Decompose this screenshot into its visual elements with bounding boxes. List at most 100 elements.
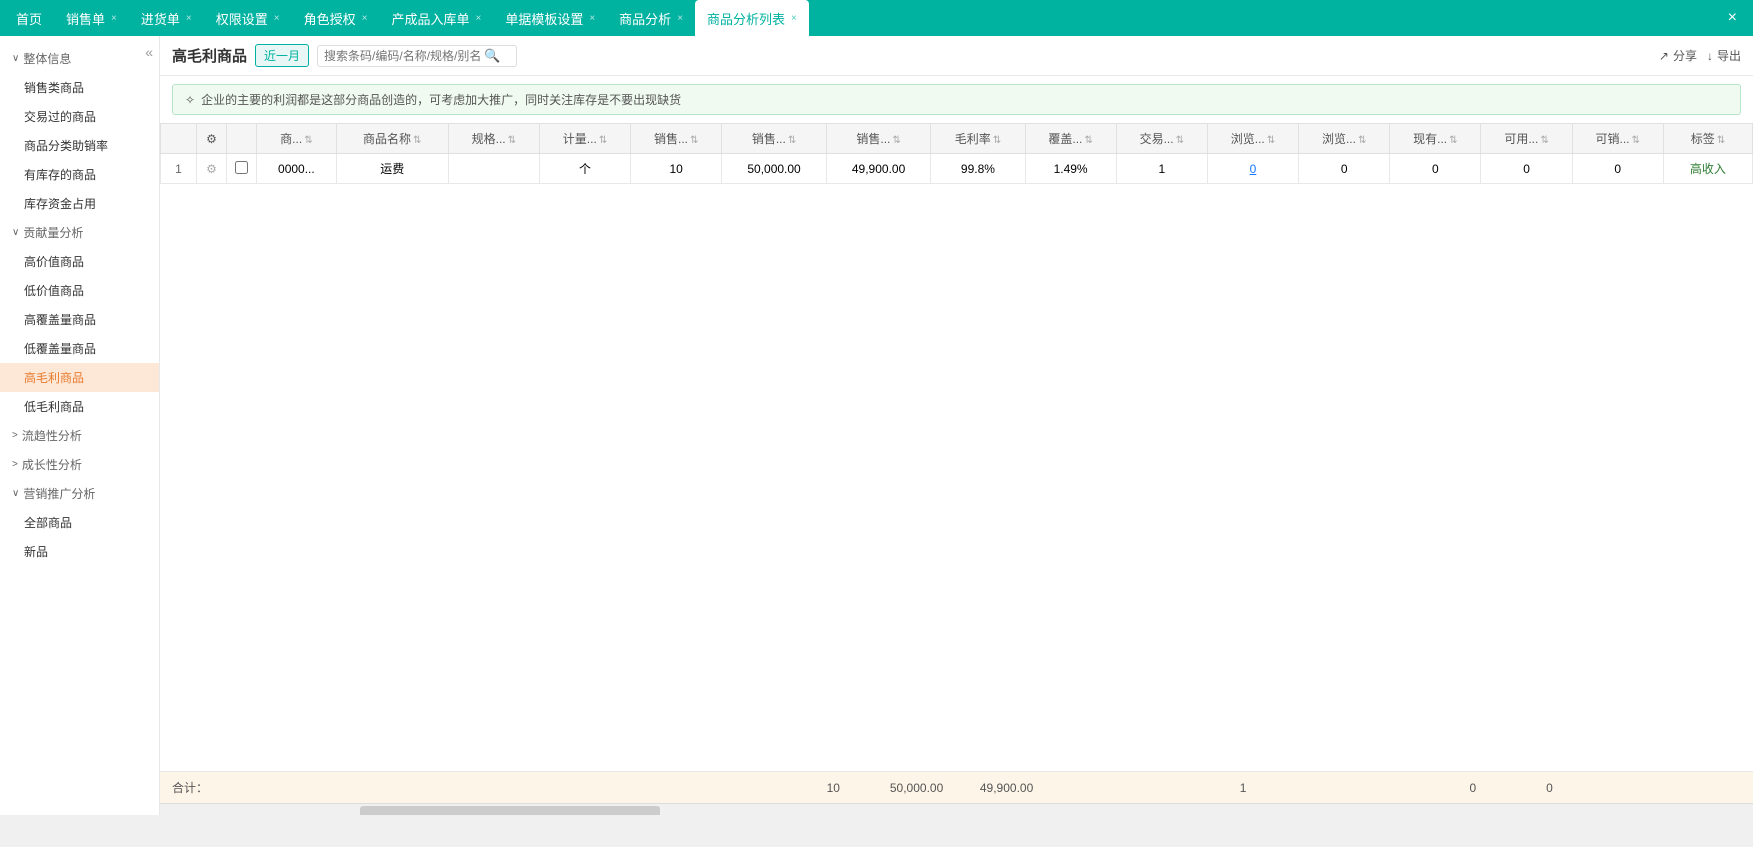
footer-cell-2 [485, 781, 562, 795]
cell-views1[interactable]: 0 [1207, 154, 1298, 184]
scrollbar-thumb[interactable] [360, 806, 660, 815]
footer-cell-12 [1281, 781, 1358, 795]
table-row: 1⚙0000...运费个1050,000.0049,900.0099.8%1.4… [161, 154, 1753, 184]
nav-item-销售单[interactable]: 销售单× [54, 0, 129, 36]
cell-name: 运费 [336, 154, 448, 184]
top-navigation: 首页销售单×进货单×权限设置×角色授权×产成品入库单×单据模板设置×商品分析×商… [0, 0, 1753, 36]
cell-num: 1 [161, 154, 197, 184]
nav-close-icon[interactable]: × [475, 13, 481, 24]
export-label: 导出 [1717, 47, 1741, 64]
col-header-tag[interactable]: 标签⇅ [1663, 124, 1752, 154]
sidebar-section-整体信息[interactable]: ∨整体信息 [0, 44, 159, 73]
sort-icon: ⇅ [788, 135, 796, 146]
cell-sales_profit: 49,900.00 [826, 154, 931, 184]
content-header: 高毛利商品 近一月 🔍 ↗ 分享 ↓ 导出 [160, 36, 1753, 76]
search-input[interactable] [324, 49, 484, 63]
col-header-sales_profit[interactable]: 销售...⇅ [826, 124, 931, 154]
export-button[interactable]: ↓ 导出 [1707, 47, 1741, 64]
footer-total-bar: 合计： 1050,000.0049,900.00100 [160, 771, 1753, 803]
sidebar-item-交易过的商品[interactable]: 交易过的商品 [0, 102, 159, 131]
nav-item-角色授权[interactable]: 角色授权× [292, 0, 380, 36]
sidebar-item-销售类商品[interactable]: 销售类商品 [0, 73, 159, 102]
footer-cell-6: 10 [795, 781, 872, 795]
info-icon: ✧ [185, 93, 195, 107]
col-header-spec[interactable]: 规格...⇅ [448, 124, 539, 154]
nav-item-商品分析列表[interactable]: 商品分析列表× [695, 0, 809, 36]
col-header-checkbox [227, 124, 257, 154]
sidebar-item-低毛利商品[interactable]: 低毛利商品 [0, 392, 159, 421]
col-header-coverage[interactable]: 覆盖...⇅ [1025, 124, 1116, 154]
sidebar-item-高覆盖量商品[interactable]: 高覆盖量商品 [0, 305, 159, 334]
col-header-views2[interactable]: 浏览...⇅ [1299, 124, 1390, 154]
row-checkbox[interactable] [235, 161, 248, 174]
cell-code: 0000... [257, 154, 337, 184]
sort-icon: ⇅ [1084, 135, 1092, 146]
footer-cell-1 [409, 781, 486, 795]
col-header-gross_margin[interactable]: 毛利率⇅ [931, 124, 1025, 154]
footer-cell-9 [1052, 781, 1129, 795]
sidebar-item-库存资金占用[interactable]: 库存资金占用 [0, 189, 159, 218]
nav-close-icon[interactable]: × [589, 13, 595, 24]
horizontal-scrollbar[interactable] [160, 803, 1753, 815]
col-header-views1[interactable]: 浏览...⇅ [1207, 124, 1298, 154]
nav-close-icon[interactable]: × [186, 13, 192, 24]
nav-close-icon[interactable]: × [274, 13, 280, 24]
col-header-current_stock[interactable]: 现有...⇅ [1390, 124, 1481, 154]
header-actions: ↗ 分享 ↓ 导出 [1659, 47, 1741, 64]
window-close-button[interactable]: × [1716, 9, 1749, 27]
col-header-code[interactable]: 商...⇅ [257, 124, 337, 154]
sort-icon: ⇅ [508, 135, 516, 146]
sidebar-item-高毛利商品[interactable]: 高毛利商品 [0, 363, 159, 392]
share-button[interactable]: ↗ 分享 [1659, 47, 1697, 64]
col-header-sales_qty[interactable]: 销售...⇅ [631, 124, 722, 154]
sidebar-item-有库存的商品[interactable]: 有库存的商品 [0, 160, 159, 189]
sidebar-item-新品[interactable]: 新品 [0, 537, 159, 566]
footer-cell-13 [1358, 781, 1435, 795]
cell-sales_amount: 50,000.00 [722, 154, 827, 184]
sidebar-section-营销推广分析[interactable]: ∨营销推广分析 [0, 479, 159, 508]
sidebar-section-成长性分析[interactable]: >成长性分析 [0, 450, 159, 479]
views-link[interactable]: 0 [1250, 162, 1257, 176]
col-header-unit[interactable]: 计量...⇅ [539, 124, 630, 154]
cell-spec [448, 154, 539, 184]
sidebar-item-高价值商品[interactable]: 高价值商品 [0, 247, 159, 276]
cell-coverage: 1.49% [1025, 154, 1116, 184]
nav-item-首页[interactable]: 首页 [4, 0, 54, 36]
sort-icon: ⇅ [1717, 135, 1725, 146]
product-table-wrap: ⚙商...⇅商品名称⇅规格...⇅计量...⇅销售...⇅销售...⇅销售...… [160, 123, 1753, 771]
section-arrow-icon: > [12, 430, 18, 441]
footer-total-label: 合计： [172, 779, 332, 796]
col-header-transactions[interactable]: 交易...⇅ [1116, 124, 1207, 154]
nav-item-进货单[interactable]: 进货单× [129, 0, 204, 36]
sidebar-section-贡献量分析[interactable]: ∨贡献量分析 [0, 218, 159, 247]
cell-checkbox[interactable] [227, 154, 257, 184]
cell-current_stock: 0 [1390, 154, 1481, 184]
col-header-saleable[interactable]: 可销...⇅ [1572, 124, 1663, 154]
nav-item-产成品入库单[interactable]: 产成品入库单× [379, 0, 493, 36]
cell-settings[interactable]: ⚙ [197, 154, 227, 184]
sort-icon: ⇅ [1267, 135, 1275, 146]
nav-item-单据模板设置[interactable]: 单据模板设置× [493, 0, 607, 36]
nav-close-icon[interactable]: × [791, 13, 797, 24]
sidebar-collapse-button[interactable]: « [145, 44, 153, 60]
sidebar-item-低覆盖量商品[interactable]: 低覆盖量商品 [0, 334, 159, 363]
nav-item-权限设置[interactable]: 权限设置× [204, 0, 292, 36]
sidebar-item-全部商品[interactable]: 全部商品 [0, 508, 159, 537]
content-area: 高毛利商品 近一月 🔍 ↗ 分享 ↓ 导出 ✧ 企业的主要的利润都是这部分商品创… [160, 36, 1753, 815]
col-header-name[interactable]: 商品名称⇅ [336, 124, 448, 154]
nav-close-icon[interactable]: × [362, 13, 368, 24]
nav-item-商品分析[interactable]: 商品分析× [607, 0, 695, 36]
sidebar-section-流趋性分析[interactable]: >流趋性分析 [0, 421, 159, 450]
col-header-available[interactable]: 可用...⇅ [1481, 124, 1572, 154]
sidebar-item-商品分类助销率[interactable]: 商品分类助销率 [0, 131, 159, 160]
filter-recent-month-button[interactable]: 近一月 [255, 44, 309, 67]
nav-close-icon[interactable]: × [111, 13, 117, 24]
nav-close-icon[interactable]: × [677, 13, 683, 24]
search-icon[interactable]: 🔍 [484, 48, 500, 64]
sidebar-item-低价值商品[interactable]: 低价值商品 [0, 276, 159, 305]
info-banner: ✧ 企业的主要的利润都是这部分商品创造的，可考虑加大推广，同时关注库存是不要出现… [172, 84, 1741, 115]
footer-cell-7: 50,000.00 [872, 781, 962, 795]
share-label: 分享 [1673, 47, 1697, 64]
share-icon: ↗ [1659, 49, 1669, 63]
col-header-sales_amount[interactable]: 销售...⇅ [722, 124, 827, 154]
